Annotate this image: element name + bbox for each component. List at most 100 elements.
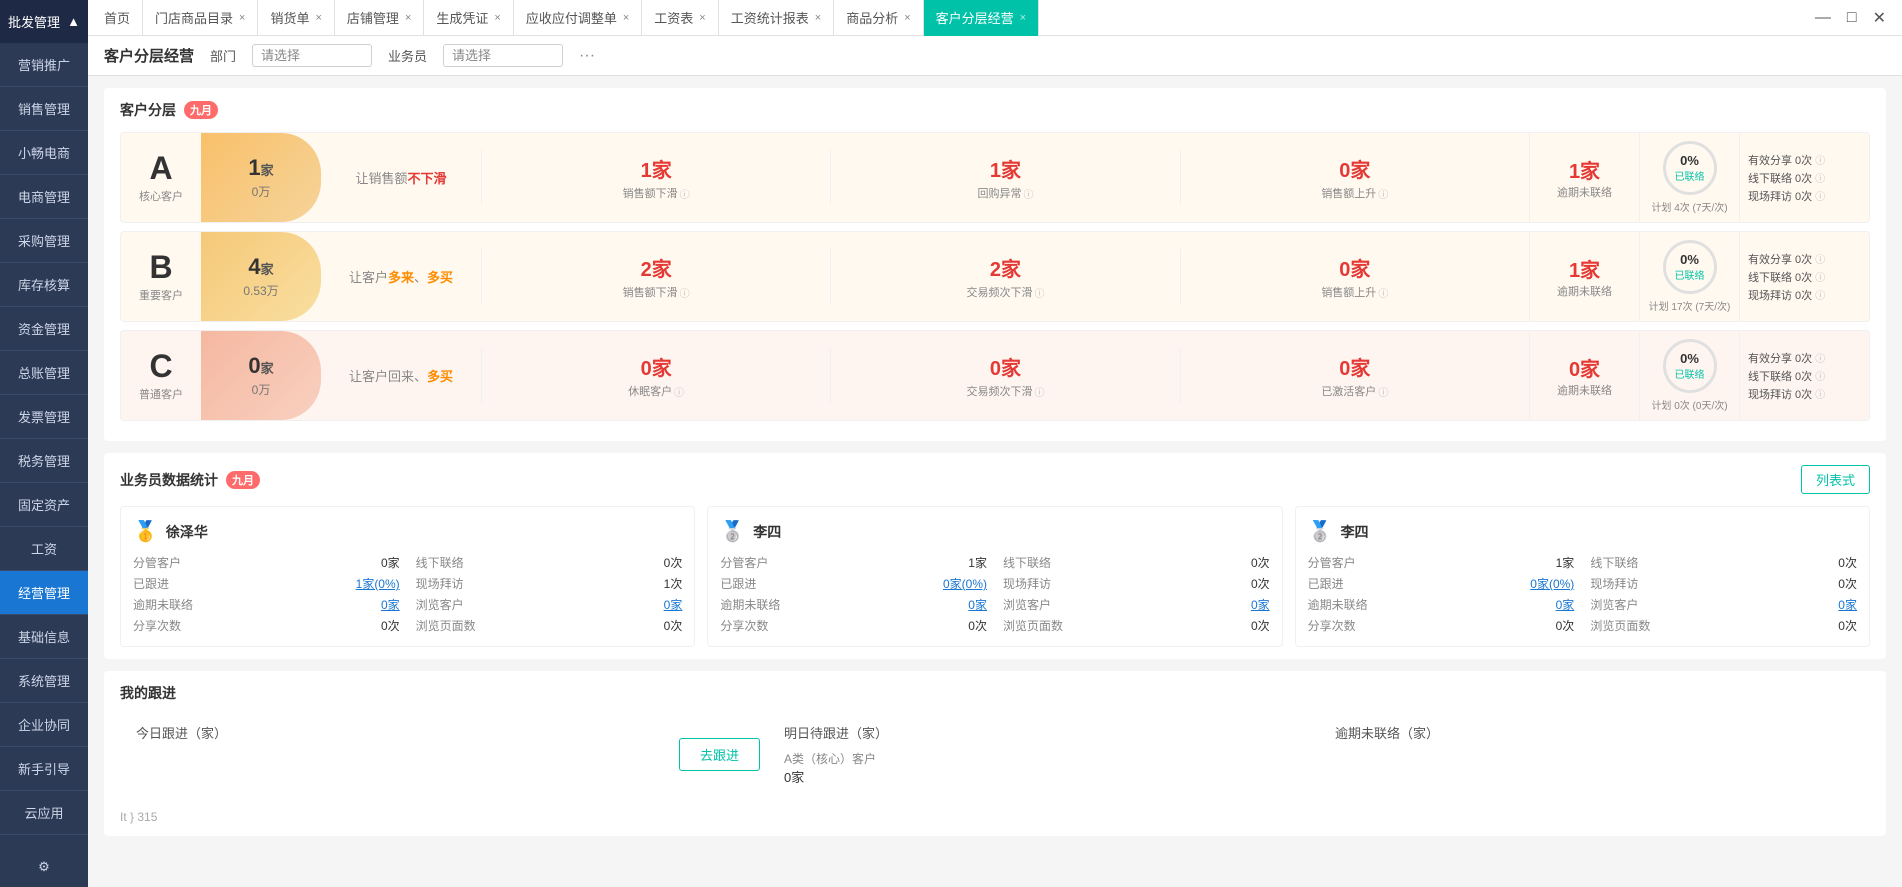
staff-metric-row-1-2: 已跟进 0家(0%) — [720, 575, 987, 592]
sidebar-item-4[interactable]: 采购管理 — [0, 219, 88, 263]
tier-contact-B: 1家 逾期未联络 — [1529, 232, 1639, 321]
staff-metric-row-2-3: 现场拜访 0次 — [1590, 575, 1857, 592]
tab-close-2[interactable]: × — [315, 12, 321, 24]
sidebar-item-6[interactable]: 资金管理 — [0, 307, 88, 351]
staff-metric-row-0-1: 线下联络 0次 — [416, 554, 683, 571]
sidebar-item-15[interactable]: 企业协同 — [0, 703, 88, 747]
tier-suggestion-A: 让销售额不下滑 — [321, 133, 481, 222]
tier-letter-B: B — [149, 251, 172, 283]
sidebar-item-12[interactable]: 经营管理 — [0, 571, 88, 615]
tier-stats-B: 有效分享 0次 ⓘ 线下联络 0次 ⓘ 现场拜访 0次 ⓘ — [1739, 232, 1869, 321]
sidebar-item-9[interactable]: 税务管理 — [0, 439, 88, 483]
metric-B-0: 2家 销售额下滑 ⓘ — [481, 249, 830, 304]
sidebar-item-0[interactable]: 营销推广 — [0, 43, 88, 87]
sidebar-item-14[interactable]: 系统管理 — [0, 659, 88, 703]
sidebar-item-11[interactable]: 工资 — [0, 527, 88, 571]
sidebar-item-3[interactable]: 电商管理 — [0, 175, 88, 219]
sidebar-header[interactable]: 批发管理 ▲ — [0, 0, 88, 43]
staff-name-row-2: 🥈 李四 — [1308, 519, 1857, 544]
tomorrow-followup-label: 明日待跟进（家） — [784, 723, 1303, 742]
tab-5[interactable]: 应收应付调整单× — [514, 0, 642, 36]
sidebar-item-8[interactable]: 发票管理 — [0, 395, 88, 439]
staff-metric-row-2-1: 线下联络 0次 — [1590, 554, 1857, 571]
followup-cards: 今日跟进（家） 去跟进 明日待跟进（家） A类（核心）客户 0家 逾期未联络（家… — [120, 715, 1870, 794]
sidebar-item-13[interactable]: 基础信息 — [0, 615, 88, 659]
tier-row-B: B 重要客户 4家 0.53万 让客户多来、多买 2家 销售额下滑 ⓘ 2家 交… — [120, 231, 1870, 322]
tier-suggestion-C: 让客户回来、多买 — [321, 331, 481, 420]
tier-metrics-A: 1家 销售额下滑 ⓘ 1家 回购异常 ⓘ 0家 销售额上升 ⓘ — [481, 133, 1529, 222]
tab-6[interactable]: 工资表× — [642, 0, 718, 36]
tab-close-9[interactable]: × — [1020, 12, 1026, 24]
sidebar-settings[interactable]: ⚙ — [0, 847, 88, 887]
tab-close-8[interactable]: × — [904, 12, 910, 24]
staff-metrics-grid-2: 分管客户 1家 线下联络 0次 已跟进 0家(0%) 现场拜访 0次 逾期未联络… — [1308, 554, 1857, 634]
staff-metric-row-0-0: 分管客户 0家 — [133, 554, 400, 571]
metric-A-1: 1家 回购异常 ⓘ — [830, 150, 1179, 205]
staff-card-1: 🥈 李四 分管客户 1家 线下联络 0次 已跟进 0家(0%) 现场拜访 0次 — [707, 506, 1282, 647]
tier-count-C: 0家 0万 — [201, 331, 321, 420]
staff-metric-row-1-5: 浏览客户 0家 — [1003, 596, 1270, 613]
staff-card-0: 🥇 徐泽华 分管客户 0家 线下联络 0次 已跟进 1家(0%) 现场拜访 1次 — [120, 506, 695, 647]
staff-metric-row-1-3: 现场拜访 0次 — [1003, 575, 1270, 592]
today-followup-label: 今日跟进（家） — [136, 723, 655, 742]
staff-metric-row-2-2: 已跟进 0家(0%) — [1308, 575, 1575, 592]
staff-metric-row-2-7: 浏览页面数 0次 — [1590, 617, 1857, 634]
tab-close-btn[interactable]: ✕ — [1869, 6, 1890, 30]
staff-metric-row-0-3: 现场拜访 1次 — [416, 575, 683, 592]
tier-letter-A: A — [149, 152, 172, 184]
sidebar-item-7[interactable]: 总账管理 — [0, 351, 88, 395]
more-icon[interactable]: ··· — [579, 47, 595, 65]
metric-C-2: 0家 已激活客户 ⓘ — [1180, 348, 1529, 403]
main-area: 首页门店商品目录×销货单×店铺管理×生成凭证×应收应付调整单×工资表×工资统计报… — [88, 0, 1902, 887]
go-followup-wrap: 去跟进 — [671, 715, 768, 794]
sidebar-title: 批发管理 — [8, 12, 60, 31]
tab-bar: 首页门店商品目录×销货单×店铺管理×生成凭证×应收应付调整单×工资表×工资统计报… — [88, 0, 1902, 36]
go-followup-btn[interactable]: 去跟进 — [679, 738, 760, 771]
content-area: 客户分层 九月 A 核心客户 1家 0万 让销售额不下滑 1家 销售额下滑 ⓘ … — [88, 76, 1902, 887]
tier-name-B: 重要客户 — [139, 287, 183, 303]
customer-month-badge: 九月 — [184, 101, 218, 119]
tab-7[interactable]: 工资统计报表× — [719, 0, 834, 36]
staff-badge-2: 🥈 — [1308, 519, 1333, 544]
staff-metric-row-2-5: 浏览客户 0家 — [1590, 596, 1857, 613]
staff-select[interactable]: 请选择 — [443, 44, 563, 67]
sidebar-item-2[interactable]: 小畅电商 — [0, 131, 88, 175]
staff-metric-row-2-4: 逾期未联络 0家 — [1308, 596, 1575, 613]
tier-metrics-C: 0家 休眠客户 ⓘ 0家 交易频次下滑 ⓘ 0家 已激活客户 ⓘ — [481, 331, 1529, 420]
dept-select[interactable]: 请选择 — [252, 44, 372, 67]
tab-close-3[interactable]: × — [405, 12, 411, 24]
tab-8[interactable]: 商品分析× — [834, 0, 923, 36]
staff-metric-row-1-7: 浏览页面数 0次 — [1003, 617, 1270, 634]
staff-badge-0: 🥇 — [133, 519, 158, 544]
tab-maximize-btn[interactable]: □ — [1843, 7, 1861, 29]
list-view-btn[interactable]: 列表式 — [1801, 465, 1870, 494]
tab-minimize-btn[interactable]: — — [1811, 7, 1835, 29]
sidebar-item-16[interactable]: 新手引导 — [0, 747, 88, 791]
tab-3[interactable]: 店铺管理× — [335, 0, 424, 36]
staff-name-1: 李四 — [753, 522, 781, 542]
sidebar-item-1[interactable]: 销售管理 — [0, 87, 88, 131]
tier-count-B: 4家 0.53万 — [201, 232, 321, 321]
tab-0[interactable]: 首页 — [92, 0, 143, 36]
sidebar-item-17[interactable]: 云应用 — [0, 791, 88, 835]
tier-circle-A: 0% 已联络 计划 4次 (7天/次) — [1639, 133, 1739, 222]
staff-metric-row-0-4: 逾期未联络 0家 — [133, 596, 400, 613]
tab-close-7[interactable]: × — [815, 12, 821, 24]
sidebar-item-5[interactable]: 库存核算 — [0, 263, 88, 307]
tab-bar-right: — □ ✕ — [1811, 6, 1898, 30]
tier-label-A: A 核心客户 — [121, 133, 201, 222]
tab-1[interactable]: 门店商品目录× — [143, 0, 258, 36]
staff-metric-row-0-6: 分享次数 0次 — [133, 617, 400, 634]
bottom-text: It } 315 — [120, 810, 1870, 824]
tab-close-4[interactable]: × — [494, 12, 500, 24]
tab-9[interactable]: 客户分层经营× — [924, 0, 1039, 36]
tab-4[interactable]: 生成凭证× — [424, 0, 513, 36]
tab-close-1[interactable]: × — [239, 12, 245, 24]
staff-name-0: 徐泽华 — [166, 522, 208, 542]
tab-close-5[interactable]: × — [623, 12, 629, 24]
tab-2[interactable]: 销货单× — [258, 0, 334, 36]
staff-metric-row-2-0: 分管客户 1家 — [1308, 554, 1575, 571]
tab-close-6[interactable]: × — [699, 12, 705, 24]
sidebar-item-10[interactable]: 固定资产 — [0, 483, 88, 527]
staff-month-badge: 九月 — [226, 471, 260, 489]
